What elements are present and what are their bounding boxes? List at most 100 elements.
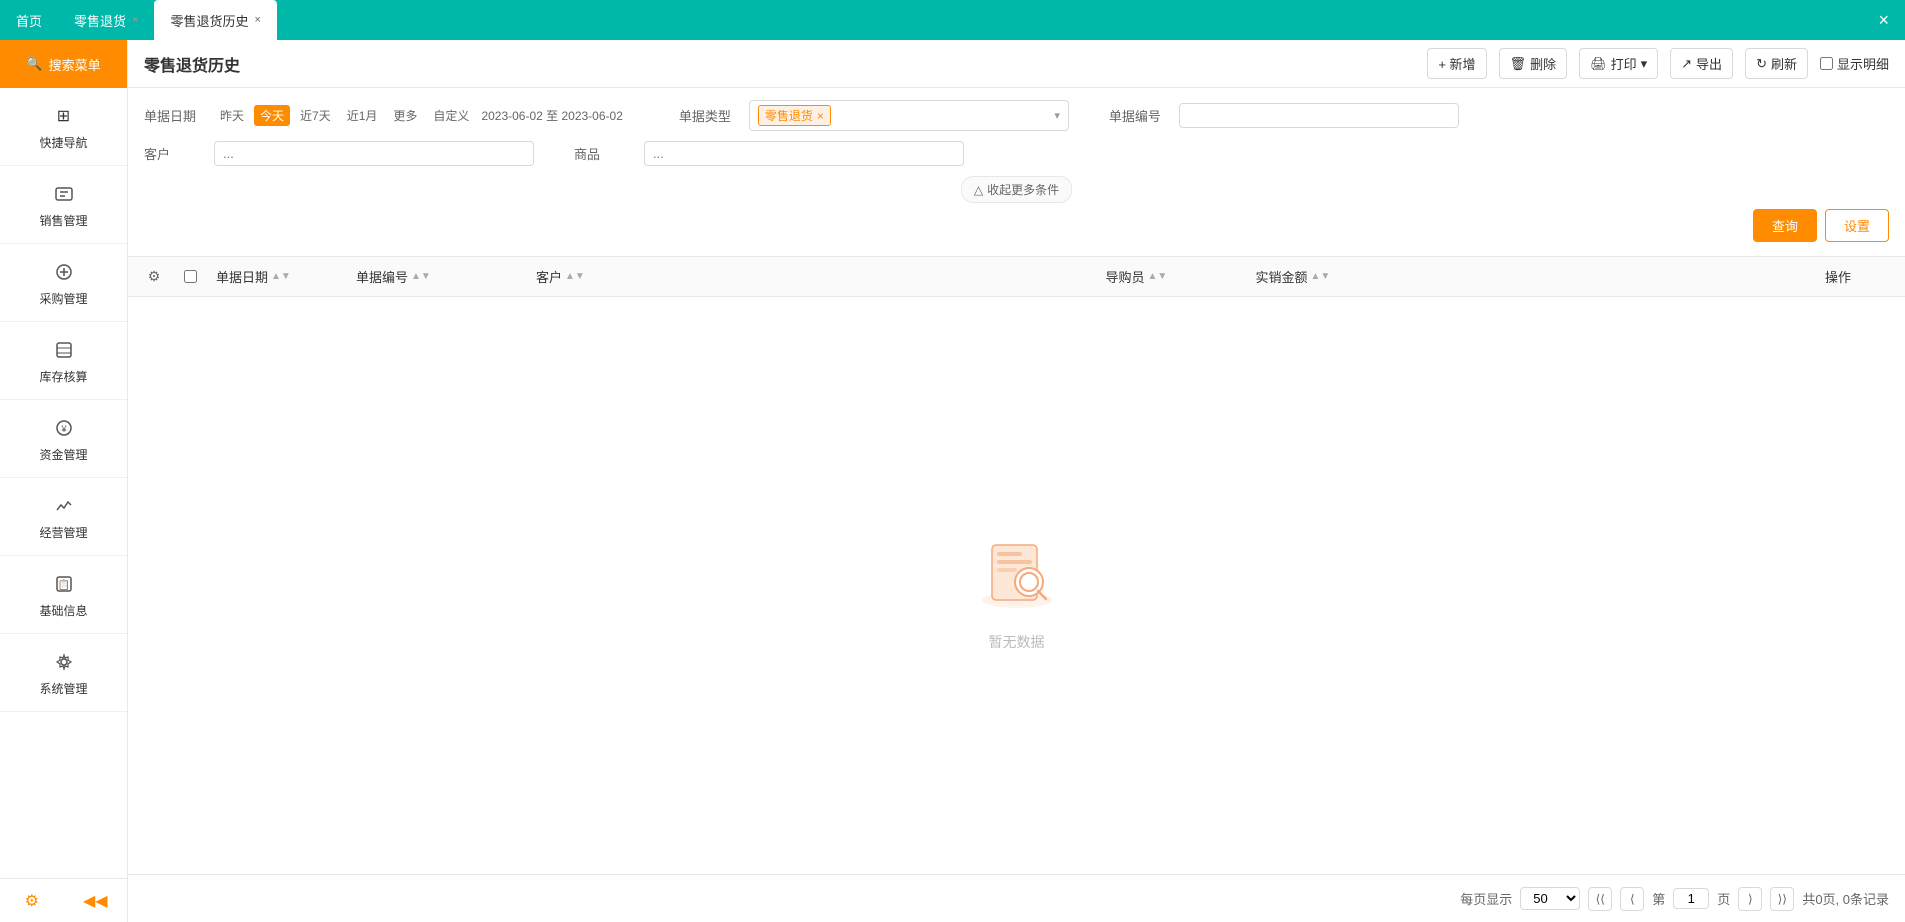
refresh-button[interactable]: ↻ 刷新: [1745, 48, 1808, 79]
type-filter-select[interactable]: 零售退货 × ▾: [749, 100, 1069, 131]
customer-filter-input[interactable]: [214, 141, 534, 166]
sidebar: 🔍 搜索菜单 ⊞ 快捷导航 销售管理 采购管理: [0, 40, 128, 922]
th-voucher-sort-icon[interactable]: ▲▼: [411, 272, 431, 282]
type-select-chevron-icon: ▾: [1054, 109, 1060, 122]
page-header: 零售退货历史 + 新增 🗑 删除 🖨 打印 ▾ ↗ 导出 ↻: [128, 40, 1905, 88]
sidebar-menu: ⊞ 快捷导航 销售管理 采购管理 库存核算: [0, 88, 127, 878]
collapse-icon: △: [974, 183, 983, 197]
print-button[interactable]: 🖨 打印 ▾: [1579, 48, 1658, 79]
sidebar-item-system-mgmt-label: 系统管理: [39, 680, 87, 697]
pagination: 每页显示 50 10 20 100 ⟨⟨ ⟨ 第 页 ⟩ ⟩⟩ 共0页, 0条记…: [128, 874, 1905, 922]
goods-filter-input[interactable]: [644, 141, 964, 166]
sidebar-item-system-mgmt[interactable]: 系统管理: [0, 634, 127, 712]
export-button[interactable]: ↗ 导出: [1670, 48, 1733, 79]
sidebar-search-button[interactable]: 🔍 搜索菜单: [0, 40, 127, 88]
date-custom-btn[interactable]: 自定义: [427, 105, 475, 126]
audio-icon: ◀◀: [83, 891, 108, 911]
date-yesterday-btn[interactable]: 昨天: [214, 105, 250, 126]
page-first-button[interactable]: ⟨⟨: [1588, 887, 1612, 911]
delete-button[interactable]: 🗑 删除: [1499, 48, 1568, 79]
sidebar-item-inventory[interactable]: 库存核算: [0, 322, 127, 400]
filter-row-date: 单据日期 昨天 今天 近7天 近1月 更多 自定义 2023-06-02 至 2…: [144, 100, 1889, 131]
th-amount-sort-icon[interactable]: ▲▼: [1311, 272, 1331, 282]
type-tag[interactable]: 零售退货 ×: [758, 105, 831, 126]
new-button[interactable]: + 新增: [1427, 48, 1486, 79]
settings-button[interactable]: 设置: [1825, 209, 1889, 242]
page-input[interactable]: [1673, 888, 1709, 909]
collapse-label: 收起更多条件: [987, 181, 1059, 198]
top-bar: 首页 零售退货 × 零售退货历史 × ×: [0, 0, 1905, 40]
select-all-checkbox[interactable]: [172, 270, 208, 283]
th-guide: 导购员 ▲▼: [1098, 267, 1248, 286]
th-actions-label: 操作: [1825, 267, 1851, 286]
date-lastmonth-btn[interactable]: 近1月: [341, 105, 384, 126]
query-button[interactable]: 查询: [1753, 209, 1817, 242]
th-amount: 实销金额 ▲▼: [1248, 267, 1818, 286]
page-unit: 页: [1717, 889, 1730, 908]
date-today-btn[interactable]: 今天: [254, 105, 290, 126]
tab-retail-return-label: 零售退货: [74, 11, 126, 30]
settings-icon: ⚙: [25, 891, 39, 911]
sidebar-item-basic-info[interactable]: 📋 基础信息: [0, 556, 127, 634]
column-settings-button[interactable]: ⚙: [136, 268, 172, 285]
th-customer-sort-icon[interactable]: ▲▼: [565, 272, 585, 282]
th-date-sort-icon[interactable]: ▲▼: [271, 272, 291, 282]
show-detail-input[interactable]: [1820, 57, 1833, 70]
date-more-btn[interactable]: 更多: [387, 105, 423, 126]
voucher-filter-label: 单据编号: [1109, 106, 1179, 125]
collapse-filter-button[interactable]: △ 收起更多条件: [961, 176, 1072, 203]
tab-retail-return-history[interactable]: 零售退货历史 ×: [154, 0, 276, 40]
page-prev-button[interactable]: ⟨: [1620, 887, 1644, 911]
collapse-row: △ 收起更多条件: [144, 176, 1889, 203]
sidebar-settings-button[interactable]: ⚙: [0, 879, 64, 922]
th-customer: 客户 ▲▼: [528, 267, 1098, 286]
customer-filter-label: 客户: [144, 144, 214, 163]
th-guide-sort-icon[interactable]: ▲▼: [1148, 272, 1168, 282]
page-last-button[interactable]: ⟩⟩: [1770, 887, 1794, 911]
sidebar-item-purchase-mgmt[interactable]: 采购管理: [0, 244, 127, 322]
date-range-display: 2023-06-02 至 2023-06-02: [481, 107, 622, 124]
main-layout: 🔍 搜索菜单 ⊞ 快捷导航 销售管理 采购管理: [0, 40, 1905, 922]
goods-filter-label: 商品: [574, 144, 644, 163]
window-close-button[interactable]: ×: [1862, 0, 1905, 40]
refresh-label: 刷新: [1771, 54, 1797, 73]
date-last7-btn[interactable]: 近7天: [294, 105, 337, 126]
page-size-select[interactable]: 50 10 20 100: [1520, 887, 1580, 910]
tab-home[interactable]: 首页: [0, 0, 58, 40]
tab-retail-return[interactable]: 零售退货 ×: [58, 0, 154, 40]
tab-retail-return-history-close[interactable]: ×: [254, 14, 260, 26]
operations-icon: [50, 492, 78, 520]
sidebar-item-operations[interactable]: 经营管理: [0, 478, 127, 556]
th-voucher-label: 单据编号: [356, 267, 408, 286]
type-tag-remove-icon[interactable]: ×: [817, 109, 824, 123]
sidebar-item-inventory-label: 库存核算: [39, 368, 87, 385]
svg-text:📋: 📋: [57, 578, 69, 591]
sidebar-item-sales-mgmt[interactable]: 销售管理: [0, 166, 127, 244]
sales-mgmt-icon: [50, 180, 78, 208]
sidebar-audio-button[interactable]: ◀◀: [64, 879, 128, 922]
tab-home-label: 首页: [16, 11, 42, 30]
voucher-filter-input[interactable]: [1179, 103, 1459, 128]
select-all-input[interactable]: [184, 270, 197, 283]
show-detail-checkbox[interactable]: 显示明细: [1820, 54, 1889, 73]
refresh-icon: ↻: [1756, 56, 1767, 72]
page-size-label: 每页显示: [1460, 889, 1512, 908]
th-actions: 操作: [1817, 267, 1897, 286]
empty-state: 暂无数据: [128, 297, 1905, 874]
table-header: ⚙ 单据日期 ▲▼ 单据编号 ▲▼ 客户 ▲▼ 导购员: [128, 257, 1905, 297]
delete-icon: 🗑: [1510, 56, 1527, 72]
table-wrapper: ⚙ 单据日期 ▲▼ 单据编号 ▲▼ 客户 ▲▼ 导购员: [128, 257, 1905, 874]
sidebar-item-finance-label: 资金管理: [39, 446, 87, 463]
th-voucher: 单据编号 ▲▼: [348, 267, 528, 286]
top-bar-spacer: [277, 0, 1863, 40]
system-mgmt-icon: [50, 648, 78, 676]
filter-row-customer: 客户 商品: [144, 141, 1889, 166]
filter-area: 单据日期 昨天 今天 近7天 近1月 更多 自定义 2023-06-02 至 2…: [128, 88, 1905, 257]
filter-action-row: 查询 设置: [144, 209, 1889, 250]
page-next-button[interactable]: ⟩: [1738, 887, 1762, 911]
basic-info-icon: 📋: [50, 570, 78, 598]
sidebar-item-sales-mgmt-label: 销售管理: [39, 212, 87, 229]
tab-retail-return-close[interactable]: ×: [132, 14, 138, 26]
sidebar-item-finance[interactable]: ¥ 资金管理: [0, 400, 127, 478]
sidebar-item-quick-nav[interactable]: ⊞ 快捷导航: [0, 88, 127, 166]
